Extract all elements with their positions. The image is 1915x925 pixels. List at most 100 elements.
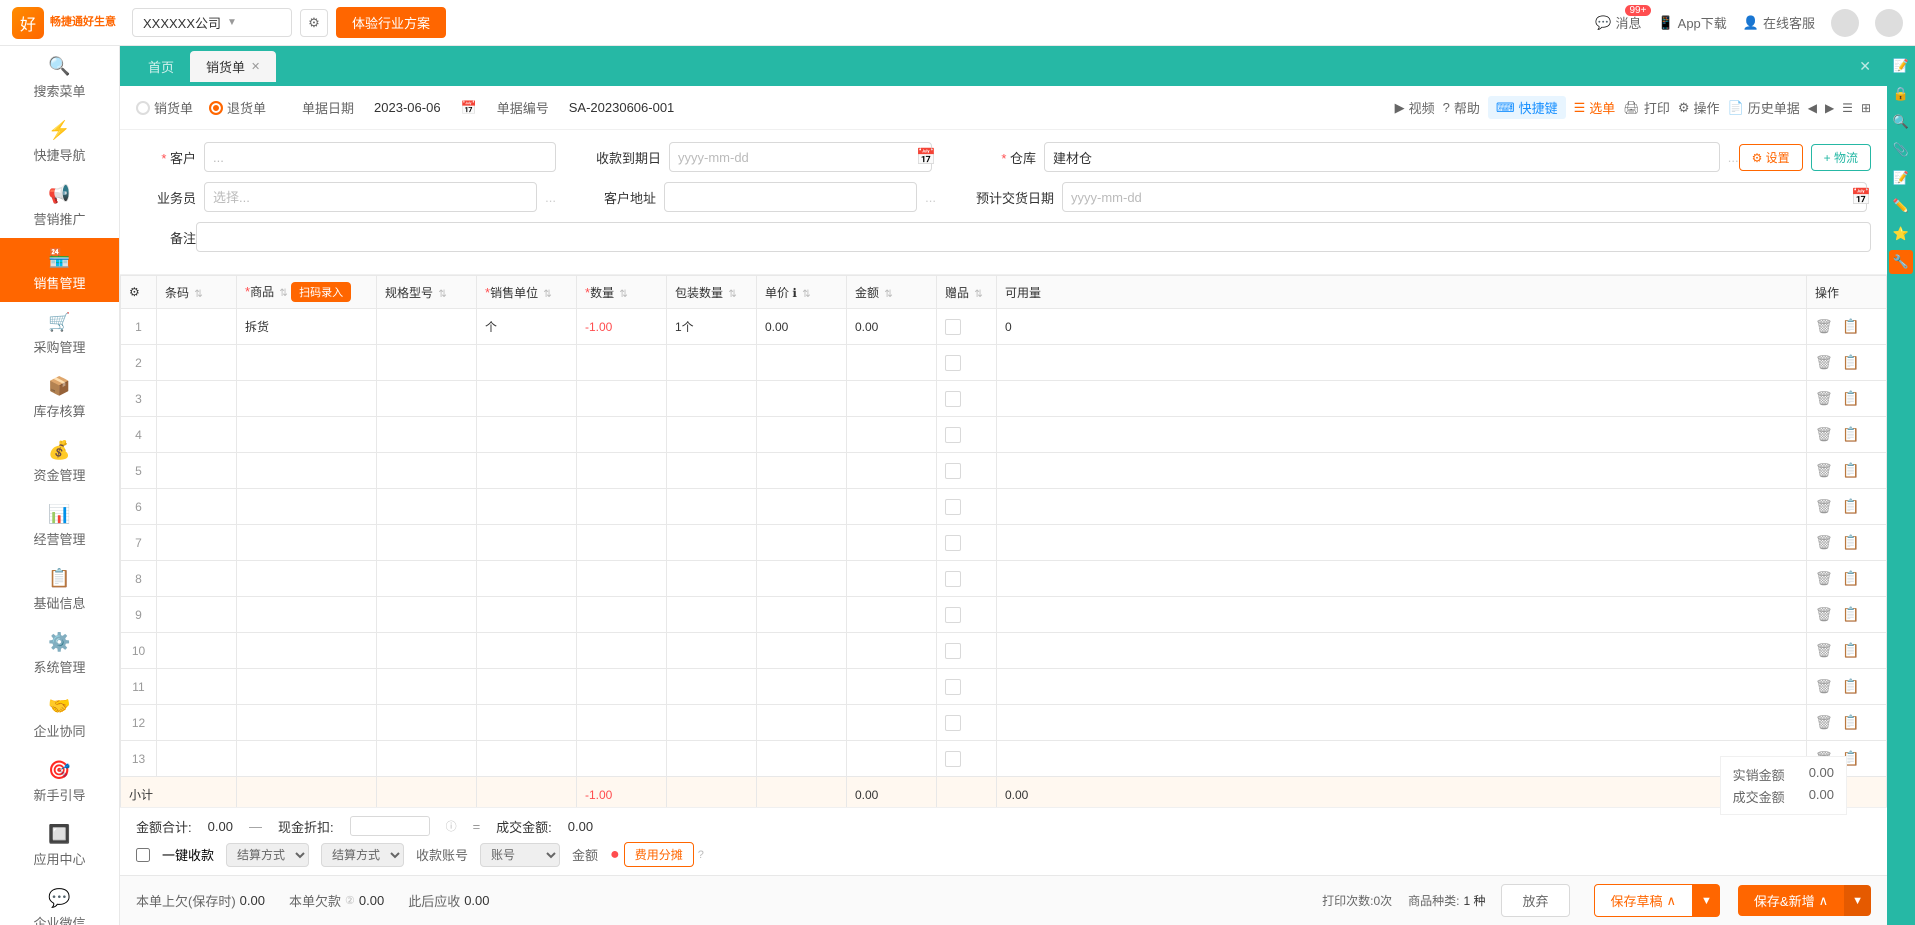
- cell-gift-6[interactable]: [937, 525, 997, 561]
- cell-amount-12[interactable]: [847, 741, 937, 777]
- cell-price-11[interactable]: [757, 705, 847, 741]
- sidebar-item-nav[interactable]: ⚡ 快捷导航: [0, 110, 119, 174]
- cell-price-12[interactable]: [757, 741, 847, 777]
- cell-gift-1[interactable]: [937, 345, 997, 381]
- cell-pkg-qty-6[interactable]: [667, 525, 757, 561]
- total-owed-circle[interactable]: ②: [345, 894, 355, 907]
- tab-close-icon[interactable]: ✕: [251, 60, 260, 73]
- copy-icon-0[interactable]: 📋: [1842, 318, 1859, 334]
- cell-barcode-10[interactable]: [157, 669, 237, 705]
- cell-product-5[interactable]: [237, 489, 377, 525]
- view-list[interactable]: ☰: [1842, 101, 1853, 115]
- cell-gift-4[interactable]: [937, 453, 997, 489]
- copy-icon-4[interactable]: 📋: [1842, 462, 1859, 478]
- settlement-select[interactable]: 结算方式: [226, 843, 309, 867]
- warehouse-dots[interactable]: ...: [1728, 150, 1739, 165]
- copy-icon-10[interactable]: 📋: [1842, 678, 1859, 694]
- calendar-icon[interactable]: 📅: [461, 100, 477, 116]
- copy-icon-7[interactable]: 📋: [1842, 570, 1859, 586]
- copy-icon-6[interactable]: 📋: [1842, 534, 1859, 550]
- cell-amount-2[interactable]: [847, 381, 937, 417]
- rp-btn-4[interactable]: 📎: [1889, 138, 1913, 162]
- cell-gift-2[interactable]: [937, 381, 997, 417]
- cell-price-7[interactable]: [757, 561, 847, 597]
- cell-unit-9[interactable]: [477, 633, 577, 669]
- cell-spec-0[interactable]: [377, 309, 477, 345]
- message-button[interactable]: 💬 消息 99+: [1595, 13, 1641, 32]
- cell-amount-5[interactable]: [847, 489, 937, 525]
- cell-barcode-12[interactable]: [157, 741, 237, 777]
- cell-product-3[interactable]: [237, 417, 377, 453]
- sidebar-item-apps[interactable]: 🔲 应用中心: [0, 814, 119, 878]
- fenyong-button[interactable]: 费用分摊: [624, 842, 694, 867]
- copy-icon-8[interactable]: 📋: [1842, 606, 1859, 622]
- address-dots[interactable]: ...: [925, 190, 936, 205]
- cell-spec-11[interactable]: [377, 705, 477, 741]
- cell-qty-2[interactable]: [577, 381, 667, 417]
- cell-gift-7[interactable]: [937, 561, 997, 597]
- sidebar-item-sales[interactable]: 🏪 销售管理: [0, 238, 119, 302]
- cell-pkg-qty-0[interactable]: 1个: [667, 309, 757, 345]
- cell-gift-5[interactable]: [937, 489, 997, 525]
- abandon-button[interactable]: 放弃: [1501, 884, 1569, 917]
- cell-pkg-qty-9[interactable]: [667, 633, 757, 669]
- save-draft-button[interactable]: 保存草稿 ∧: [1594, 884, 1694, 917]
- copy-icon-1[interactable]: 📋: [1842, 354, 1859, 370]
- cell-price-1[interactable]: [757, 345, 847, 381]
- cell-barcode-9[interactable]: [157, 633, 237, 669]
- cell-barcode-5[interactable]: [157, 489, 237, 525]
- payment-calendar-icon[interactable]: 📅: [916, 147, 936, 167]
- cell-amount-4[interactable]: [847, 453, 937, 489]
- cell-spec-5[interactable]: [377, 489, 477, 525]
- cell-qty-0[interactable]: -1.00: [577, 309, 667, 345]
- cell-price-9[interactable]: [757, 633, 847, 669]
- cell-amount-0[interactable]: 0.00: [847, 309, 937, 345]
- cell-amount-7[interactable]: [847, 561, 937, 597]
- tab-home[interactable]: 首页: [132, 51, 190, 82]
- avatar[interactable]: [1831, 9, 1859, 37]
- cash-discount-input[interactable]: [350, 816, 430, 836]
- cell-product-6[interactable]: [237, 525, 377, 561]
- cell-product-7[interactable]: [237, 561, 377, 597]
- company-selector[interactable]: XXXXXX公司 ▼: [132, 8, 292, 37]
- cell-barcode-8[interactable]: [157, 597, 237, 633]
- cell-spec-3[interactable]: [377, 417, 477, 453]
- copy-icon-5[interactable]: 📋: [1842, 498, 1859, 514]
- cell-barcode-4[interactable]: [157, 453, 237, 489]
- cell-barcode-2[interactable]: [157, 381, 237, 417]
- cell-unit-0[interactable]: 个: [477, 309, 577, 345]
- cell-pkg-qty-7[interactable]: [667, 561, 757, 597]
- online-service-button[interactable]: 👤 在线客服: [1743, 13, 1815, 32]
- rp-btn-8[interactable]: 🔧: [1889, 250, 1913, 274]
- cell-spec-4[interactable]: [377, 453, 477, 489]
- cell-qty-6[interactable]: [577, 525, 667, 561]
- cell-gift-12[interactable]: [937, 741, 997, 777]
- cell-spec-6[interactable]: [377, 525, 477, 561]
- rp-btn-3[interactable]: 🔍: [1889, 110, 1913, 134]
- salesperson-input[interactable]: [204, 182, 537, 212]
- cell-qty-3[interactable]: [577, 417, 667, 453]
- cell-unit-7[interactable]: [477, 561, 577, 597]
- cell-pkg-qty-11[interactable]: [667, 705, 757, 741]
- cell-barcode-6[interactable]: [157, 525, 237, 561]
- th-settings[interactable]: ⚙: [121, 276, 157, 309]
- cell-qty-12[interactable]: [577, 741, 667, 777]
- settings-button[interactable]: ⚙ 设置: [1739, 144, 1803, 171]
- account-select[interactable]: 账号: [480, 843, 560, 867]
- copy-icon-11[interactable]: 📋: [1842, 714, 1859, 730]
- expected-calendar-icon[interactable]: 📅: [1851, 187, 1871, 207]
- delete-icon-11[interactable]: 🗑: [1815, 714, 1833, 730]
- cell-unit-1[interactable]: [477, 345, 577, 381]
- sidebar-item-collab[interactable]: 🤝 企业协同: [0, 686, 119, 750]
- history-btn[interactable]: 📄 历史单据: [1728, 98, 1800, 117]
- payment-date-input[interactable]: [669, 142, 932, 172]
- rp-btn-1[interactable]: 📝: [1889, 54, 1913, 78]
- rp-btn-2[interactable]: 🔒: [1889, 82, 1913, 106]
- cell-unit-3[interactable]: [477, 417, 577, 453]
- delete-icon-3[interactable]: 🗑: [1815, 426, 1833, 442]
- cell-qty-4[interactable]: [577, 453, 667, 489]
- cell-gift-8[interactable]: [937, 597, 997, 633]
- cell-spec-10[interactable]: [377, 669, 477, 705]
- cell-spec-2[interactable]: [377, 381, 477, 417]
- one-click-pay-checkbox[interactable]: [136, 848, 150, 862]
